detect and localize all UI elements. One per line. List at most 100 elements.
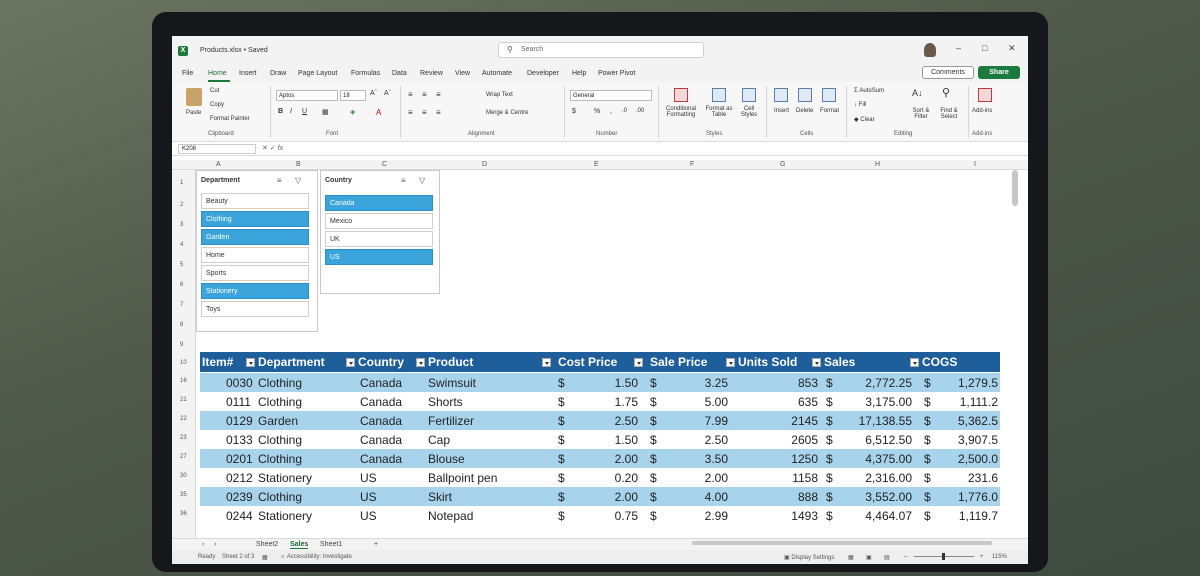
tab-automate[interactable]: Automate [482, 70, 512, 77]
tab-insert[interactable]: Insert [239, 70, 257, 77]
row-header[interactable]: 10 [180, 360, 187, 366]
cell-department[interactable]: Stationery [258, 509, 312, 523]
cell-department[interactable]: Stationery [258, 471, 312, 485]
cell-sale-price[interactable]: 2.00 [670, 471, 728, 485]
cell-cost-price[interactable]: 2.00 [580, 490, 638, 504]
row-header[interactable]: 23 [180, 435, 187, 441]
add-sheet-button[interactable]: + [374, 541, 378, 548]
row-header[interactable]: 22 [180, 416, 187, 422]
align-bottom-icon[interactable]: ≡ [436, 90, 441, 99]
column-header-h[interactable]: H [875, 161, 880, 168]
cell-product[interactable]: Blouse [428, 452, 465, 466]
row-header[interactable]: 9 [180, 342, 183, 348]
font-name-select[interactable]: Aptos [276, 90, 338, 101]
cell-sale-price[interactable]: 3.50 [670, 452, 728, 466]
row-header[interactable]: 8 [180, 322, 183, 328]
conditional-formatting-button[interactable]: Conditional Formatting [662, 106, 700, 118]
slicer-item-canada[interactable]: Canada [325, 195, 433, 211]
cell-units-sold[interactable]: 1250 [756, 452, 818, 466]
cell-sale-price[interactable]: 7.99 [670, 414, 728, 428]
row-header[interactable]: 2 [180, 202, 183, 208]
cell-product[interactable]: Fertilizer [428, 414, 474, 428]
slicer-item-uk[interactable]: UK [325, 231, 433, 247]
fx-icon[interactable]: fx [278, 145, 283, 152]
cell-units-sold[interactable]: 1493 [756, 509, 818, 523]
format-cells-icon[interactable] [822, 88, 836, 102]
cell-sale-price[interactable]: 2.99 [670, 509, 728, 523]
row-header[interactable]: 35 [180, 492, 187, 498]
cell-cogs[interactable]: 1,119.7 [940, 509, 998, 523]
cell-sales[interactable]: 4,464.07 [840, 509, 912, 523]
tab-view[interactable]: View [455, 70, 470, 77]
autosum-button[interactable]: Σ AutoSum [854, 88, 884, 94]
cell-sales[interactable]: 17,138.55 [840, 414, 912, 428]
normal-view-icon[interactable]: ▦ [848, 554, 854, 561]
tab-review[interactable]: Review [420, 70, 443, 77]
align-left-icon[interactable]: ≡ [408, 108, 413, 117]
table-row[interactable]: 27 0201 Clothing Canada Blouse $ 2.00 $ … [180, 449, 1000, 468]
tab-page-layout[interactable]: Page Layout [298, 70, 337, 77]
filter-dropdown-icon[interactable] [812, 358, 821, 367]
sheet-tab-sheet2[interactable]: Sheet2 [256, 541, 278, 548]
column-header-b[interactable]: B [296, 161, 301, 168]
wrap-text-button[interactable]: Wrap Text [486, 92, 513, 98]
page-layout-view-icon[interactable]: ▣ [866, 554, 872, 561]
bold-icon[interactable]: B [278, 108, 283, 115]
cell-item[interactable]: 0111 [226, 395, 251, 409]
tab-draw[interactable]: Draw [270, 70, 286, 77]
cell-country[interactable]: Canada [360, 433, 402, 447]
italic-icon[interactable]: I [290, 108, 292, 115]
cell-cost-price[interactable]: 0.20 [580, 471, 638, 485]
row-header[interactable]: 27 [180, 454, 187, 460]
cell-cost-price[interactable]: 0.75 [580, 509, 638, 523]
cell-department[interactable]: Clothing [258, 395, 302, 409]
search-input[interactable]: ⚲ Search [498, 42, 704, 58]
macro-icon[interactable]: ▦ [262, 554, 268, 561]
cell-country[interactable]: US [360, 509, 377, 523]
find-select-button[interactable]: Find & Select [936, 108, 962, 120]
cell-sale-price[interactable]: 4.00 [670, 490, 728, 504]
column-header-i[interactable]: I [974, 161, 976, 168]
filter-dropdown-icon[interactable] [416, 358, 425, 367]
paste-icon[interactable] [186, 88, 202, 106]
table-row[interactable]: 21 0111 Clothing Canada Shorts $ 1.75 $ … [180, 392, 1000, 411]
slicer-item-clothing[interactable]: Clothing [201, 211, 309, 227]
column-header-d[interactable]: D [482, 161, 487, 168]
cell-country[interactable]: US [360, 490, 377, 504]
cell-cogs[interactable]: 231.6 [940, 471, 998, 485]
cell-department[interactable]: Clothing [258, 490, 302, 504]
close-icon[interactable]: ✕ [1008, 43, 1016, 54]
zoom-slider-handle[interactable] [942, 553, 945, 560]
table-row[interactable]: 30 0212 Stationery US Ballpoint pen $ 0.… [180, 468, 1000, 487]
cell-product[interactable]: Skirt [428, 490, 452, 504]
cell-sales[interactable]: 3,175.00 [840, 395, 912, 409]
filter-dropdown-icon[interactable] [634, 358, 643, 367]
table-row[interactable]: 23 0133 Clothing Canada Cap $ 1.50 $ 2.5… [180, 430, 1000, 449]
column-header-c[interactable]: C [382, 161, 387, 168]
column-header-a[interactable]: A [216, 161, 221, 168]
cell-sale-price[interactable]: 3.25 [670, 376, 728, 390]
filter-dropdown-icon[interactable] [542, 358, 551, 367]
borders-icon[interactable]: ▦ [322, 108, 329, 116]
cell-country[interactable]: Canada [360, 414, 402, 428]
format-as-table-icon[interactable] [712, 88, 726, 102]
cell-cogs[interactable]: 1,111.2 [940, 395, 998, 409]
row-header[interactable]: 36 [180, 511, 187, 517]
enter-icon[interactable]: ✓ [270, 145, 276, 152]
cell-sales[interactable]: 2,316.00 [840, 471, 912, 485]
slicer-item-sports[interactable]: Sports [201, 265, 309, 281]
cell-styles-button[interactable]: Cell Styles [736, 106, 762, 118]
tab-power-pivot[interactable]: Power Pivot [598, 70, 635, 77]
cell-cost-price[interactable]: 2.50 [580, 414, 638, 428]
cell-cogs[interactable]: 5,362.5 [940, 414, 998, 428]
cell-department[interactable]: Clothing [258, 452, 302, 466]
cell-item[interactable]: 0239 [226, 490, 253, 504]
format-cells-button[interactable]: Format [820, 108, 839, 114]
cell-units-sold[interactable]: 2145 [756, 414, 818, 428]
find-select-icon[interactable]: ⚲ [942, 86, 950, 99]
slicer-item-garden[interactable]: Garden [201, 229, 309, 245]
cell-item[interactable]: 0201 [226, 452, 253, 466]
zoom-in-icon[interactable]: + [980, 554, 984, 560]
row-header[interactable]: 5 [180, 262, 183, 268]
delete-cells-icon[interactable] [798, 88, 812, 102]
